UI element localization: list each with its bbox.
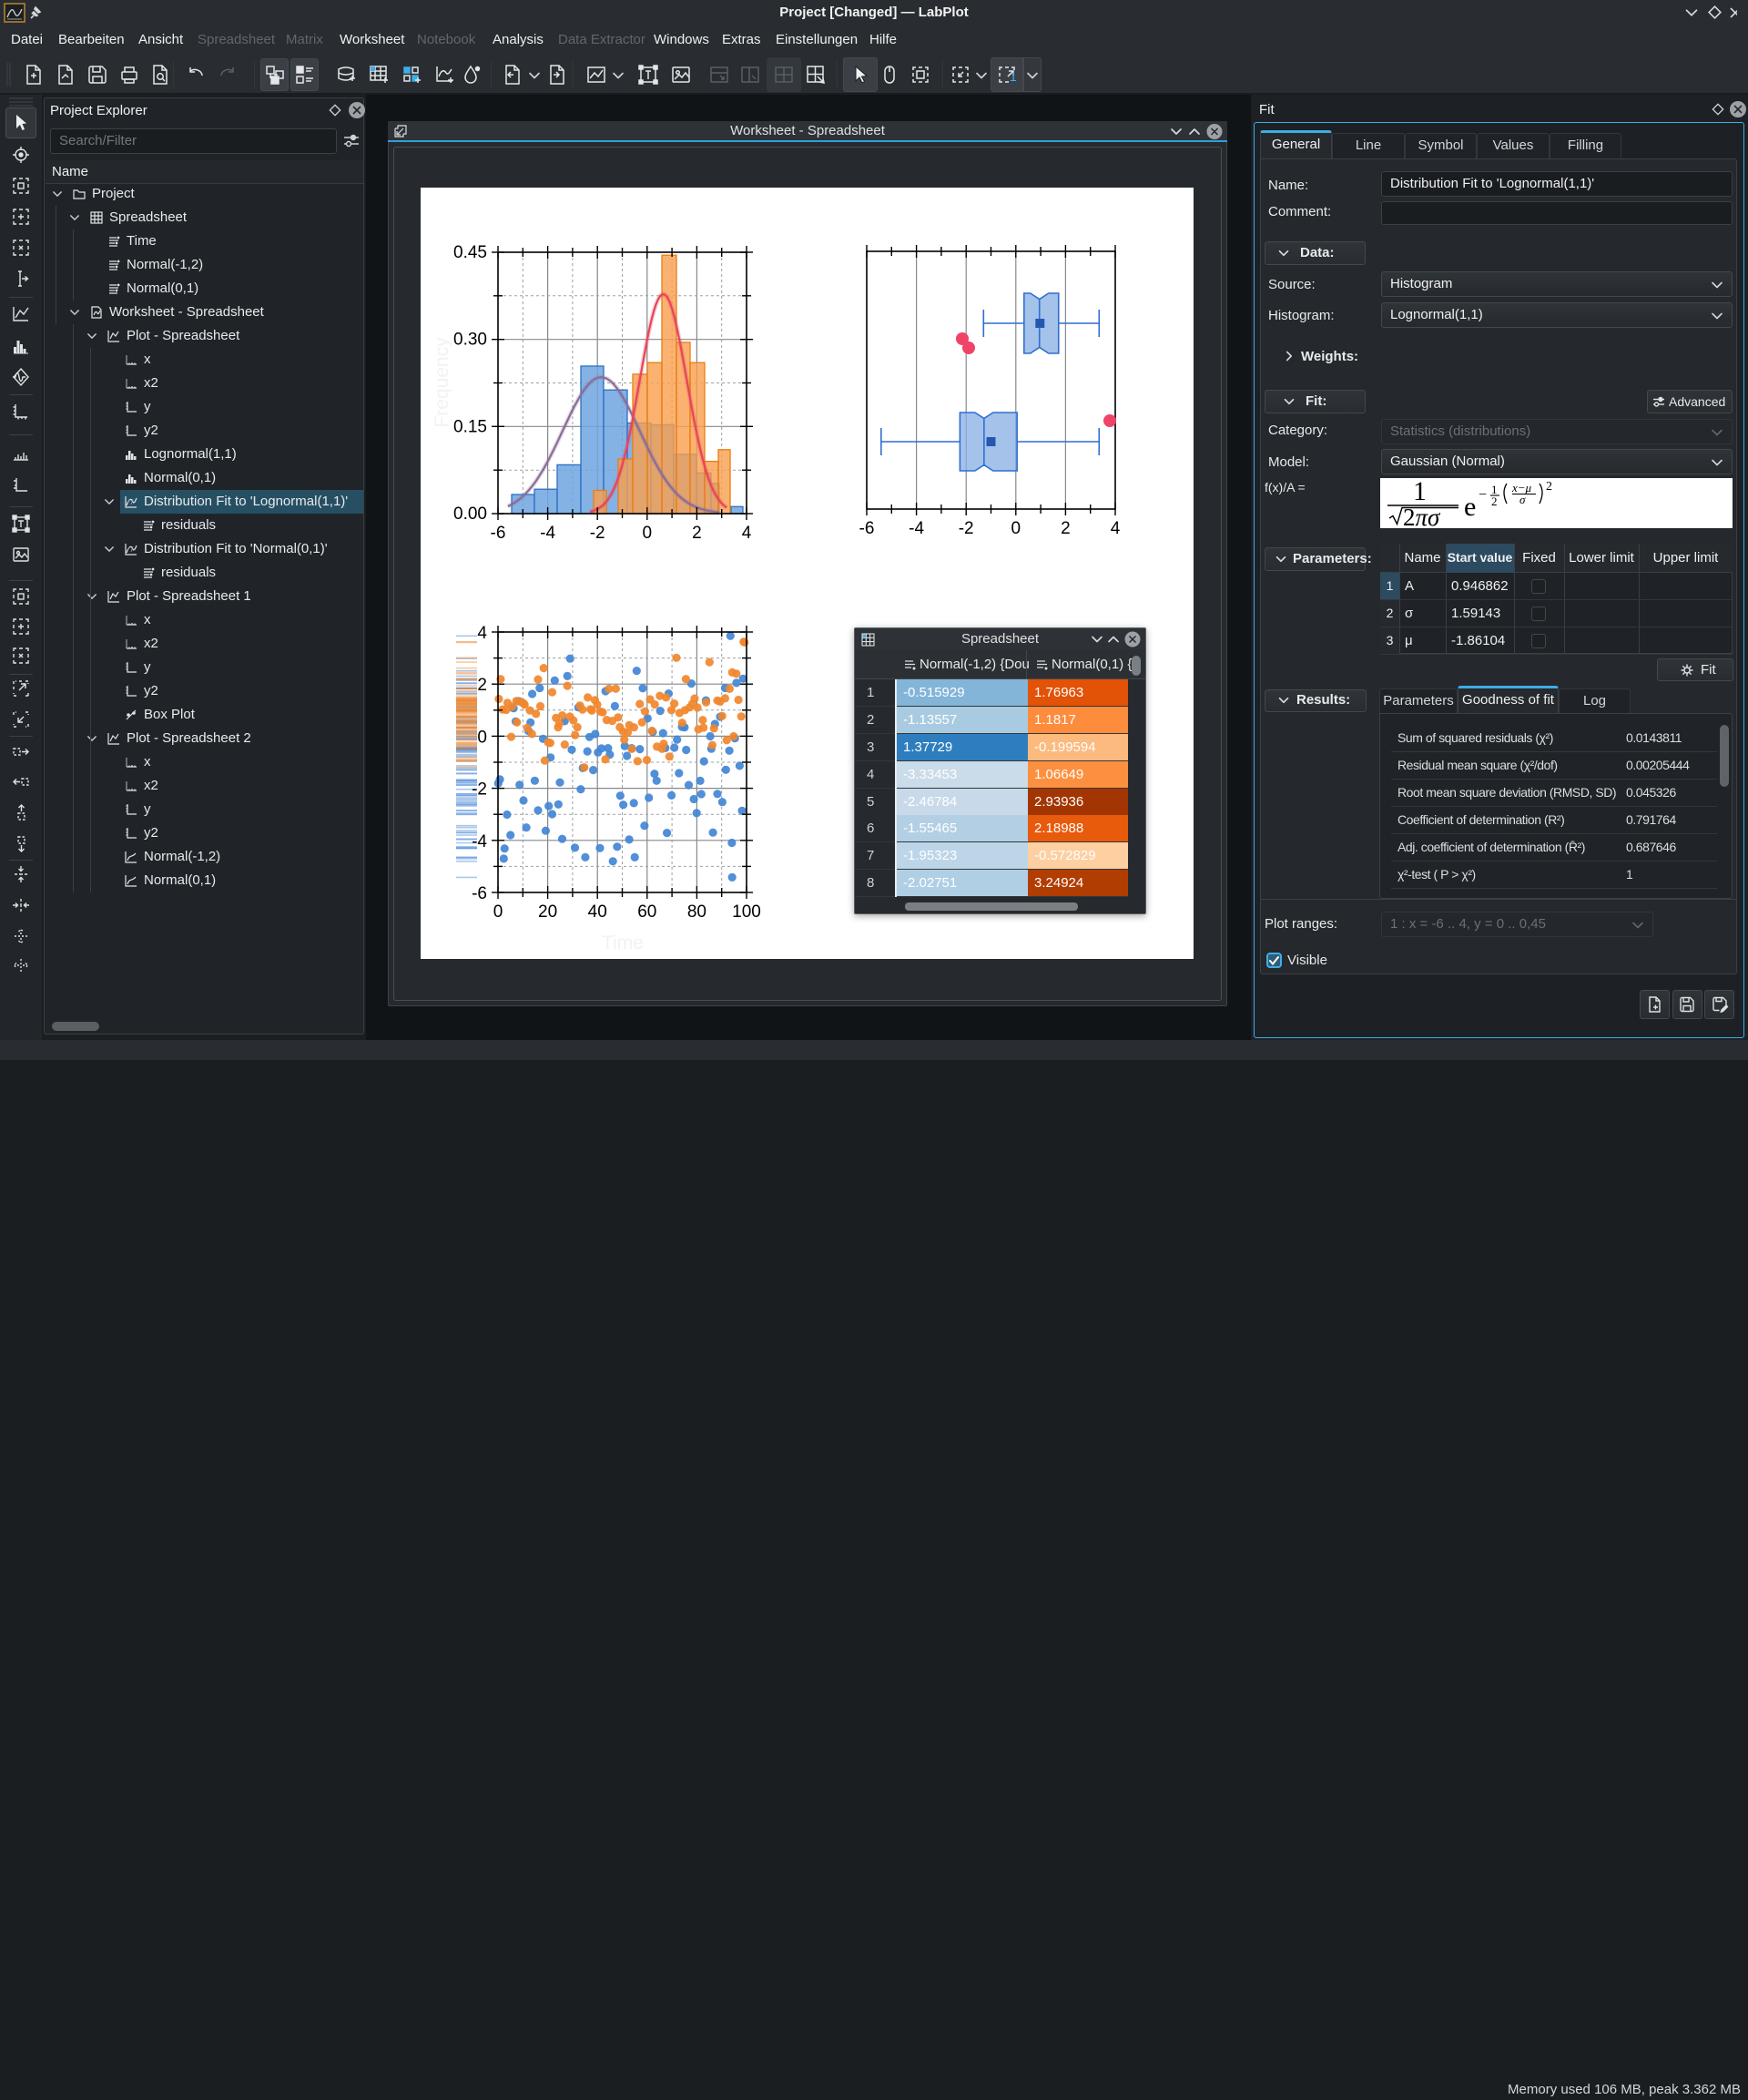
svg-text:−: −: [1479, 487, 1487, 503]
svg-text:2πσ: 2πσ: [1403, 504, 1441, 528]
svg-text:2: 2: [1546, 480, 1552, 494]
svg-text:2: 2: [1491, 494, 1498, 508]
svg-text:60: 60: [637, 902, 656, 922]
svg-text:0: 0: [1011, 519, 1021, 538]
svg-text:Frequency: Frequency: [432, 337, 452, 428]
svg-text:2: 2: [1061, 519, 1071, 538]
svg-text:-2: -2: [959, 519, 974, 538]
svg-text:100: 100: [732, 902, 761, 922]
svg-text:0: 0: [477, 728, 487, 747]
svg-text:80: 80: [687, 902, 706, 922]
svg-text:0: 0: [643, 524, 653, 543]
svg-text:2: 2: [692, 524, 702, 543]
svg-text:0.15: 0.15: [453, 417, 487, 436]
svg-text:1: 1: [1413, 478, 1427, 506]
svg-text:-6: -6: [472, 884, 487, 903]
svg-text:-6: -6: [491, 524, 506, 543]
svg-text:e: e: [1464, 492, 1476, 522]
svg-text:20: 20: [538, 902, 557, 922]
svg-text:40: 40: [588, 902, 607, 922]
svg-text:0.00: 0.00: [453, 505, 487, 524]
svg-text:4: 4: [742, 524, 752, 543]
svg-text:-6: -6: [859, 519, 875, 538]
svg-text:4: 4: [477, 624, 487, 643]
svg-text:0: 0: [493, 902, 503, 922]
svg-text:-4: -4: [472, 832, 487, 851]
svg-text:-4: -4: [540, 524, 555, 543]
svg-text:-2: -2: [472, 780, 487, 800]
svg-text:4: 4: [1111, 519, 1121, 538]
svg-text:2: 2: [477, 676, 487, 695]
svg-text:0.30: 0.30: [453, 331, 487, 350]
svg-text:-4: -4: [909, 519, 924, 538]
svg-text:Time: Time: [602, 933, 644, 953]
svg-text:σ: σ: [1519, 493, 1526, 506]
svg-text:0.45: 0.45: [453, 243, 487, 262]
svg-text:-2: -2: [590, 524, 605, 543]
